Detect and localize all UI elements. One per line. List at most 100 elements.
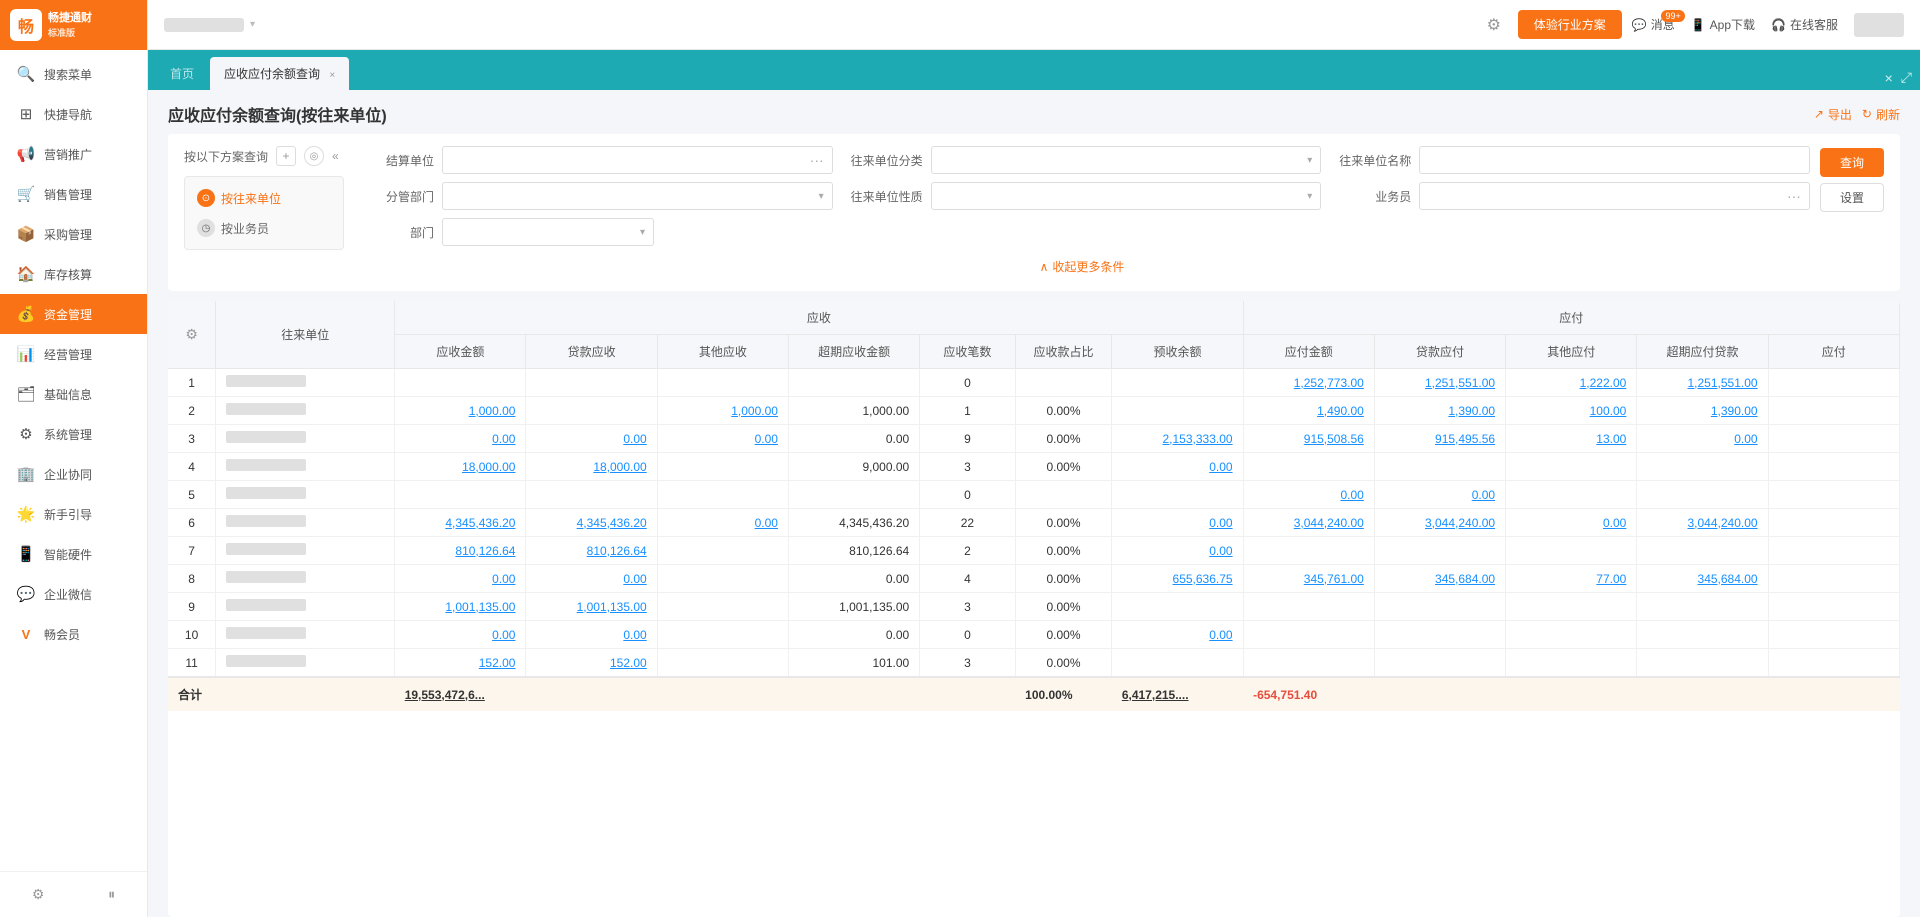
scheme-item-unit[interactable]: ⊙ 按往来单位 bbox=[185, 183, 343, 213]
sidebar-item-fund[interactable]: 💰 资金管理 bbox=[0, 294, 147, 334]
main-area: ▾ ⚙ 体验行业方案 💬 消息 99+ 📱 App下载 🎧 在线客服 首页 bbox=[148, 0, 1920, 917]
collapse-up-icon: ∧ bbox=[1040, 260, 1049, 274]
tab-home[interactable]: 首页 bbox=[156, 57, 208, 90]
footer-label: 合计 bbox=[168, 677, 395, 711]
dept-managed-label: 分管部门 bbox=[354, 188, 434, 205]
setting-button[interactable]: 设置 bbox=[1820, 183, 1884, 212]
cell-unit bbox=[216, 649, 395, 678]
breadcrumb-blur bbox=[164, 18, 244, 32]
wechat-icon: 💬 bbox=[16, 584, 36, 604]
sidebar-item-inventory[interactable]: 🏠 库存核算 bbox=[0, 254, 147, 294]
service-icon: 🎧 bbox=[1771, 18, 1786, 32]
app-download-button[interactable]: 📱 App下载 bbox=[1691, 16, 1755, 33]
sidebar-item-hw[interactable]: 📱 智能硬件 bbox=[0, 534, 147, 574]
dept-input[interactable]: ▾ bbox=[442, 218, 654, 246]
tab-expand-button[interactable]: ⤢ bbox=[1901, 69, 1912, 86]
cell-unit bbox=[216, 397, 395, 425]
salesperson-input[interactable]: ··· bbox=[1419, 182, 1810, 210]
filter-add-button[interactable]: + bbox=[276, 146, 296, 166]
sidebar-item-sys[interactable]: ⚙ 系统管理 bbox=[0, 414, 147, 454]
tab-close-all-button[interactable]: × bbox=[1885, 70, 1893, 86]
sidebar-collapse-button[interactable]: ⏸ bbox=[100, 882, 123, 907]
table-body: 101,252,773.001,251,551.001,222.001,251,… bbox=[168, 369, 1900, 678]
promo-button[interactable]: 体验行业方案 bbox=[1518, 10, 1622, 39]
cell-unit bbox=[216, 509, 395, 537]
search-icon: 🔍 bbox=[16, 64, 36, 84]
sidebar-item-ops[interactable]: 📊 经营管理 bbox=[0, 334, 147, 374]
content-area: 应收应付余额查询(按往来单位) ↗ 导出 ↻ 刷新 按以下方案查询 bbox=[148, 90, 1920, 917]
page-header: 应收应付余额查询(按往来单位) ↗ 导出 ↻ 刷新 bbox=[148, 90, 1920, 134]
counterpart-name-field: 往来单位名称 bbox=[1331, 146, 1810, 174]
dept-managed-input[interactable]: ▾ bbox=[442, 182, 833, 210]
sidebar-item-purchase[interactable]: 📦 采购管理 bbox=[0, 214, 147, 254]
tabbar-controls: × ⤢ bbox=[1885, 69, 1912, 90]
sidebar-item-search[interactable]: 🔍 搜索菜单 bbox=[0, 54, 147, 94]
sidebar-item-sales[interactable]: 🛒 销售管理 bbox=[0, 174, 147, 214]
table-row: 30.000.000.000.0090.00%2,153,333.00915,5… bbox=[168, 425, 1900, 453]
col-payable-header: 应付 bbox=[1243, 301, 1899, 335]
dept-field: 部门 ▾ bbox=[354, 218, 654, 246]
filter-collapse-row: ∧ 收起更多条件 bbox=[354, 254, 1810, 279]
filter-scheme-button[interactable]: ◎ bbox=[304, 146, 324, 166]
table-gear-icon[interactable]: ⚙ bbox=[185, 326, 198, 342]
page-actions: ↗ 导出 ↻ 刷新 bbox=[1814, 106, 1900, 123]
col-receivable-count: 应收笔数 bbox=[920, 335, 1015, 369]
footer-prepaid-balance[interactable]: 6,417,215.... bbox=[1112, 677, 1243, 711]
sidebar-item-basic[interactable]: 🗂 基础信息 bbox=[0, 374, 147, 414]
sidebar-item-marketing[interactable]: 📢 营销推广 bbox=[0, 134, 147, 174]
hw-icon: 📱 bbox=[16, 544, 36, 564]
sidebar-settings-button[interactable]: ⚙ bbox=[24, 882, 53, 907]
collapse-button[interactable]: ∧ 收起更多条件 bbox=[1040, 258, 1125, 275]
cell-rownum: 7 bbox=[168, 537, 216, 565]
settlement-unit-input[interactable]: ··· bbox=[442, 146, 833, 174]
tab-close-icon[interactable]: × bbox=[329, 70, 335, 81]
counterpart-name-label: 往来单位名称 bbox=[1331, 152, 1411, 169]
basic-icon: 🗂 bbox=[16, 384, 36, 404]
cell-unit bbox=[216, 537, 395, 565]
table-row: 418,000.0018,000.009,000.0030.00%0.00 bbox=[168, 453, 1900, 481]
app-icon: 📱 bbox=[1691, 18, 1706, 32]
message-button[interactable]: 💬 消息 99+ bbox=[1632, 16, 1675, 33]
message-icon: 💬 bbox=[1632, 18, 1647, 32]
filter-row-2: 分管部门 ▾ 往来单位性质 ▾ bbox=[354, 182, 1810, 210]
message-badge: 99+ bbox=[1661, 10, 1684, 22]
export-button[interactable]: ↗ 导出 bbox=[1814, 106, 1852, 123]
fund-icon: 💰 bbox=[16, 304, 36, 324]
col-rownum: ⚙ bbox=[168, 301, 216, 369]
filter-collapse-icon[interactable]: « bbox=[332, 149, 339, 163]
counterpart-nature-label: 往来单位性质 bbox=[843, 188, 923, 205]
cell-unit bbox=[216, 425, 395, 453]
table-sub-header: 应收金额 贷款应收 其他应收 超期应收金额 应收笔数 应收款占比 预收余额 应付… bbox=[168, 335, 1900, 369]
salesperson-label: 业务员 bbox=[1331, 188, 1411, 205]
col-payable-extra: 应付 bbox=[1768, 335, 1899, 369]
table-group-header: ⚙ 往来单位 应收 应付 bbox=[168, 301, 1900, 335]
query-button[interactable]: 查询 bbox=[1820, 148, 1884, 177]
sidebar-item-member[interactable]: V 畅会员 bbox=[0, 614, 147, 654]
counterpart-nature-field: 往来单位性质 ▾ bbox=[843, 182, 1322, 210]
gear-button[interactable]: ⚙ bbox=[1480, 11, 1508, 39]
cell-rownum: 3 bbox=[168, 425, 216, 453]
settlement-unit-field: 结算单位 ··· bbox=[354, 146, 833, 174]
col-other-receivable: 其他应收 bbox=[657, 335, 788, 369]
table-row: 101,252,773.001,251,551.001,222.001,251,… bbox=[168, 369, 1900, 397]
cell-unit bbox=[216, 621, 395, 649]
col-overdue-receivable: 超期应收金额 bbox=[788, 335, 919, 369]
counterpart-category-input[interactable]: ▾ bbox=[931, 146, 1322, 174]
refresh-button[interactable]: ↻ 刷新 bbox=[1862, 106, 1900, 123]
salesperson-field: 业务员 ··· bbox=[1331, 182, 1810, 210]
table-wrap[interactable]: ⚙ 往来单位 应收 应付 应收金额 贷款应收 其他应收 超期应收金额 应收笔数 bbox=[168, 301, 1900, 917]
counterpart-nature-input[interactable]: ▾ bbox=[931, 182, 1322, 210]
scheme-item-salesperson[interactable]: ◷ 按业务员 bbox=[185, 213, 343, 243]
cell-rownum: 2 bbox=[168, 397, 216, 425]
counterpart-name-input[interactable] bbox=[1419, 146, 1810, 174]
sidebar-item-guide[interactable]: 🌟 新手引导 bbox=[0, 494, 147, 534]
footer-receivable-count bbox=[920, 677, 1015, 711]
footer-receivable-amount[interactable]: 19,553,472,6... bbox=[395, 677, 526, 711]
tab-receivable-query[interactable]: 应收应付余额查询 × bbox=[210, 57, 349, 90]
sidebar-item-corp[interactable]: 🏢 企业协同 bbox=[0, 454, 147, 494]
sidebar-item-quick[interactable]: ⊞ 快捷导航 bbox=[0, 94, 147, 134]
sidebar-item-wechat[interactable]: 💬 企业微信 bbox=[0, 574, 147, 614]
counterpart-nature-chevron-icon: ▾ bbox=[1307, 191, 1312, 202]
footer-payable-amount: -654,751.40 bbox=[1243, 677, 1374, 711]
online-service-button[interactable]: 🎧 在线客服 bbox=[1771, 16, 1838, 33]
